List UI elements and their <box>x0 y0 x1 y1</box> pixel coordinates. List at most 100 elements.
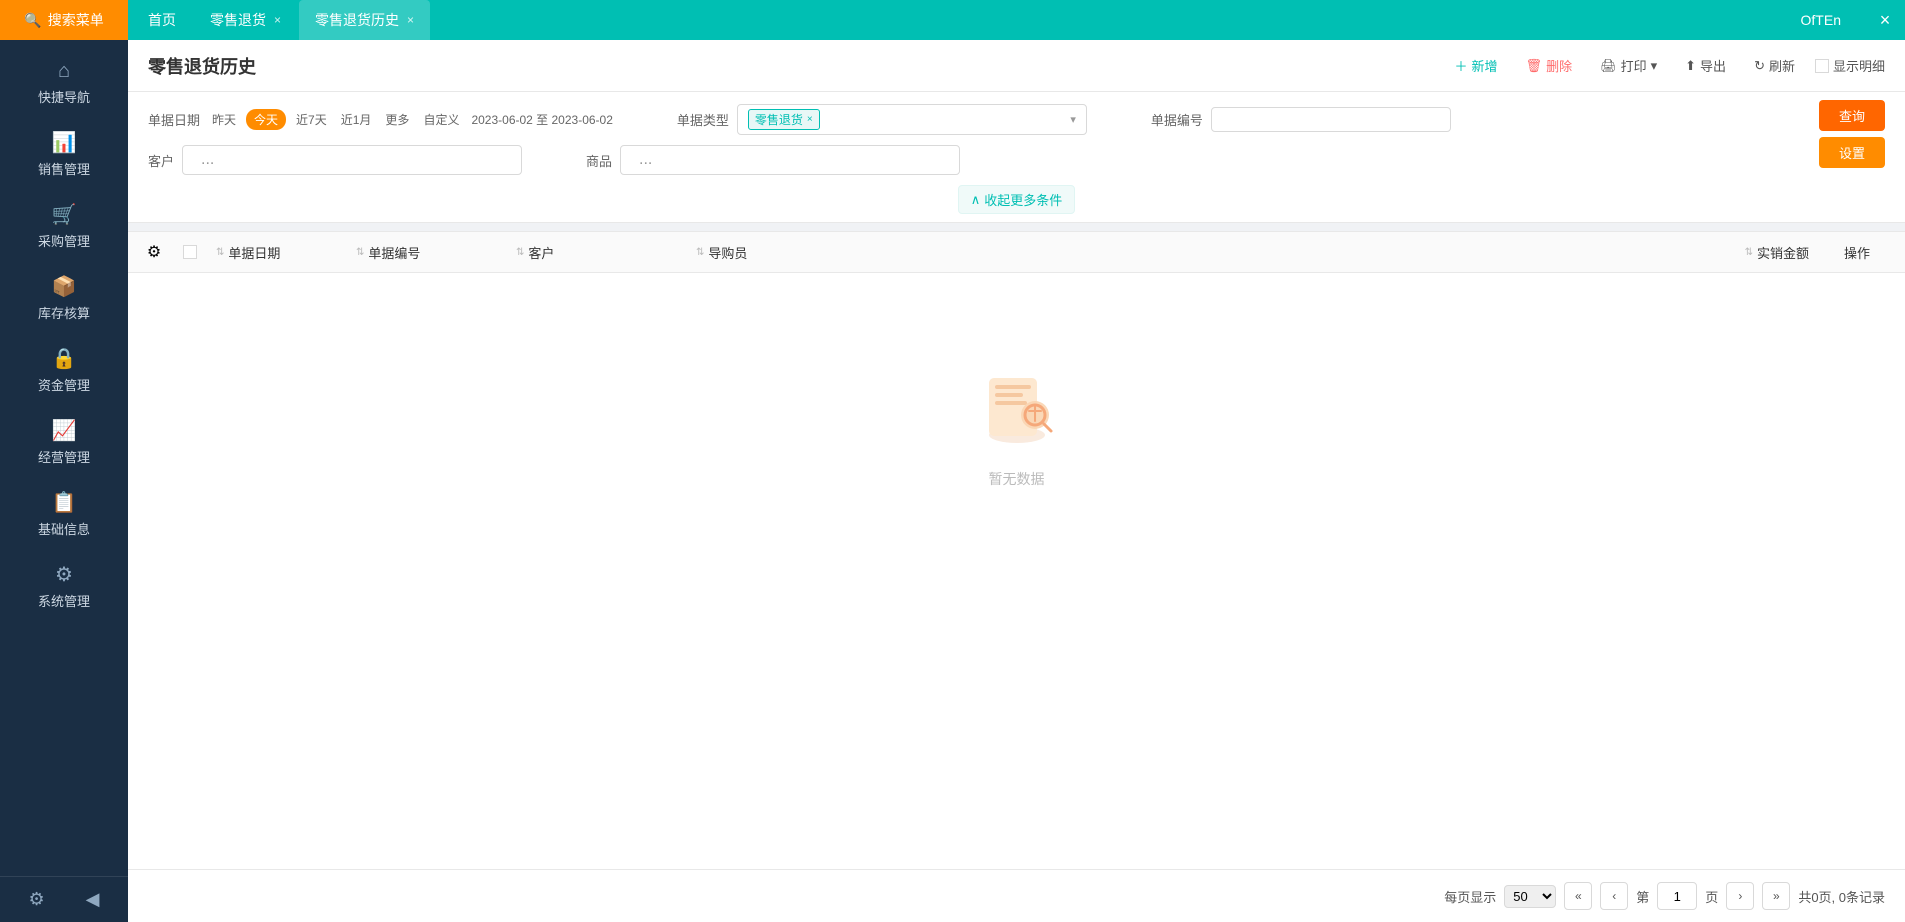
type-tag: 零售退货 × <box>748 109 820 130</box>
date-option-more[interactable]: 更多 <box>381 110 413 129</box>
page-label: 第 <box>1636 887 1649 906</box>
brand-label: OfTEn <box>1801 12 1841 28</box>
window-close-btn[interactable]: × <box>1865 0 1905 40</box>
sidebar-item-inventory[interactable]: 📦 库存核算 <box>0 262 128 334</box>
print-label: 打印 <box>1621 56 1647 75</box>
sidebar-item-operation[interactable]: 📈 经营管理 <box>0 406 128 478</box>
nav-last-icon: » <box>1773 889 1780 903</box>
query-button[interactable]: 查询 <box>1819 100 1885 131</box>
settings-bottom-icon[interactable]: ⚙ <box>29 889 45 910</box>
collapse-row: ∧ 收起更多条件 <box>148 185 1885 214</box>
tab-home[interactable]: 首页 <box>132 0 192 40</box>
filter-area: 单据日期 昨天 今天 近7天 近1月 更多 自定义 2023-06-02 至 2… <box>128 92 1905 223</box>
sidebar-item-finance-label: 资金管理 <box>38 375 90 394</box>
refresh-icon: ↻ <box>1754 58 1765 74</box>
date-option-today[interactable]: 今天 <box>246 109 286 130</box>
customer-ellipsis[interactable]: ... <box>193 151 222 169</box>
sidebar-item-quick-nav[interactable]: ⌂ 快捷导航 <box>0 48 128 118</box>
nav-next-btn[interactable]: › <box>1726 882 1754 910</box>
table-container: ⚙ ⇅ 单据日期 ⇅ 单据编号 ⇅ 客户 ⇅ <box>128 231 1905 869</box>
show-detail-checkbox[interactable] <box>1815 59 1829 73</box>
search-menu-btn[interactable]: 🔍 搜索菜单 <box>0 0 128 40</box>
delete-label: 删除 <box>1546 56 1572 75</box>
header-actions: ＋ 新增 🗑 删除 🖨 打印 ▾ ⬆ 导出 ↻ 刷新 <box>1447 52 1885 79</box>
nav-first-btn[interactable]: « <box>1564 882 1592 910</box>
collapse-btn[interactable]: ∧ 收起更多条件 <box>958 185 1076 214</box>
content-area: 零售退货历史 ＋ 新增 🗑 删除 🖨 打印 ▾ ⬆ 导出 <box>128 40 1905 922</box>
sidebar-item-finance[interactable]: 🔒 资金管理 <box>0 334 128 406</box>
tab-retail-return-close[interactable]: × <box>274 13 281 27</box>
sort-icon-num: ⇅ <box>356 247 364 258</box>
th-date[interactable]: ⇅ 单据日期 <box>208 243 348 262</box>
date-option-1month[interactable]: 近1月 <box>337 110 376 129</box>
tab-bar: 首页 零售退货 × 零售退货历史 × <box>128 0 1801 40</box>
refresh-button[interactable]: ↻ 刷新 <box>1746 52 1803 79</box>
search-icon: 🔍 <box>24 12 41 29</box>
date-options: 昨天 今天 近7天 近1月 更多 自定义 <box>208 109 463 130</box>
nav-next-icon: › <box>1738 889 1742 903</box>
close-icon: × <box>1880 10 1891 31</box>
type-tag-close[interactable]: × <box>807 114 813 125</box>
inventory-icon: 📦 <box>52 274 77 299</box>
delete-button[interactable]: 🗑 删除 <box>1518 52 1581 79</box>
total-label: 共0页, 0条记录 <box>1798 887 1885 906</box>
th-guide-label: 导购员 <box>708 243 747 262</box>
setting-button[interactable]: 设置 <box>1819 137 1885 168</box>
date-option-7days[interactable]: 近7天 <box>292 110 331 129</box>
sidebar-item-system[interactable]: ⚙ 系统管理 <box>0 550 128 622</box>
sidebar-item-sales[interactable]: 📊 销售管理 <box>0 118 128 190</box>
customer-filter-input[interactable]: ... <box>182 145 522 175</box>
th-num[interactable]: ⇅ 单据编号 <box>348 243 508 262</box>
nav-prev-btn[interactable]: ‹ <box>1600 882 1628 910</box>
collapse-sidebar-icon[interactable]: ◀ <box>86 889 100 910</box>
collapse-label: 收起更多条件 <box>984 190 1062 209</box>
goods-filter-label: 商品 <box>586 151 612 170</box>
add-button[interactable]: ＋ 新增 <box>1447 52 1506 79</box>
type-filter-label: 单据类型 <box>677 110 729 129</box>
docnum-filter-group: 单据编号 <box>1151 107 1451 132</box>
home-icon: ⌂ <box>58 60 70 83</box>
tab-retail-return-history-close[interactable]: × <box>407 13 414 27</box>
nav-last-btn[interactable]: » <box>1762 882 1790 910</box>
sidebar-item-sales-label: 销售管理 <box>38 159 90 178</box>
empty-state: 暂无数据 <box>128 273 1905 569</box>
goods-ellipsis[interactable]: ... <box>631 151 660 169</box>
th-settings[interactable]: ⚙ <box>136 242 172 262</box>
th-date-label: 单据日期 <box>228 243 280 262</box>
pagination: 每页显示 50 100 200 « ‹ 第 页 › » 共0页, 0条记录 <box>128 869 1905 922</box>
tab-retail-return-history[interactable]: 零售退货历史 × <box>299 0 430 40</box>
add-icon: ＋ <box>1455 56 1468 75</box>
sidebar-item-basic-info[interactable]: 📋 基础信息 <box>0 478 128 550</box>
show-detail-text: 显示明细 <box>1833 56 1885 75</box>
settings-icon[interactable]: ⚙ <box>147 242 161 262</box>
sidebar-item-purchase[interactable]: 🛒 采购管理 <box>0 190 128 262</box>
sidebar-item-operation-label: 经营管理 <box>38 447 90 466</box>
per-page-select[interactable]: 50 100 200 <box>1504 885 1556 908</box>
refresh-label: 刷新 <box>1769 56 1795 75</box>
th-amount[interactable]: ⇅ 实销金额 <box>1697 243 1817 262</box>
goods-filter-input[interactable]: ... <box>620 145 960 175</box>
type-dropdown-arrow[interactable]: ▾ <box>1070 113 1076 126</box>
show-detail-label[interactable]: 显示明细 <box>1815 56 1885 75</box>
th-checkbox[interactable] <box>172 245 208 259</box>
sidebar: ⌂ 快捷导航 📊 销售管理 🛒 采购管理 📦 库存核算 🔒 资金管理 📈 经营管… <box>0 40 128 922</box>
print-button[interactable]: 🖨 打印 ▾ <box>1592 52 1665 79</box>
th-amount-label: 实销金额 <box>1757 243 1809 262</box>
th-customer[interactable]: ⇅ 客户 <box>508 243 688 262</box>
page-unit: 页 <box>1705 887 1718 906</box>
docnum-filter-input[interactable] <box>1211 107 1451 132</box>
tab-retail-return[interactable]: 零售退货 × <box>194 0 297 40</box>
sort-icon-customer: ⇅ <box>516 247 524 258</box>
export-label: 导出 <box>1700 56 1726 75</box>
date-range-display: 2023-06-02 至 2023-06-02 <box>471 111 612 128</box>
page-num-input[interactable] <box>1657 882 1697 910</box>
type-filter-input[interactable]: 零售退货 × ▾ <box>737 104 1087 135</box>
sidebar-item-quick-nav-label: 快捷导航 <box>38 87 90 106</box>
select-all-checkbox[interactable] <box>183 245 197 259</box>
date-option-yesterday[interactable]: 昨天 <box>208 110 240 129</box>
print-dropdown-icon: ▾ <box>1651 58 1658 74</box>
date-option-custom[interactable]: 自定义 <box>419 110 463 129</box>
export-button[interactable]: ⬆ 导出 <box>1677 52 1734 79</box>
th-guide[interactable]: ⇅ 导购员 <box>688 243 1697 262</box>
nav-prev-icon: ‹ <box>1612 889 1616 903</box>
